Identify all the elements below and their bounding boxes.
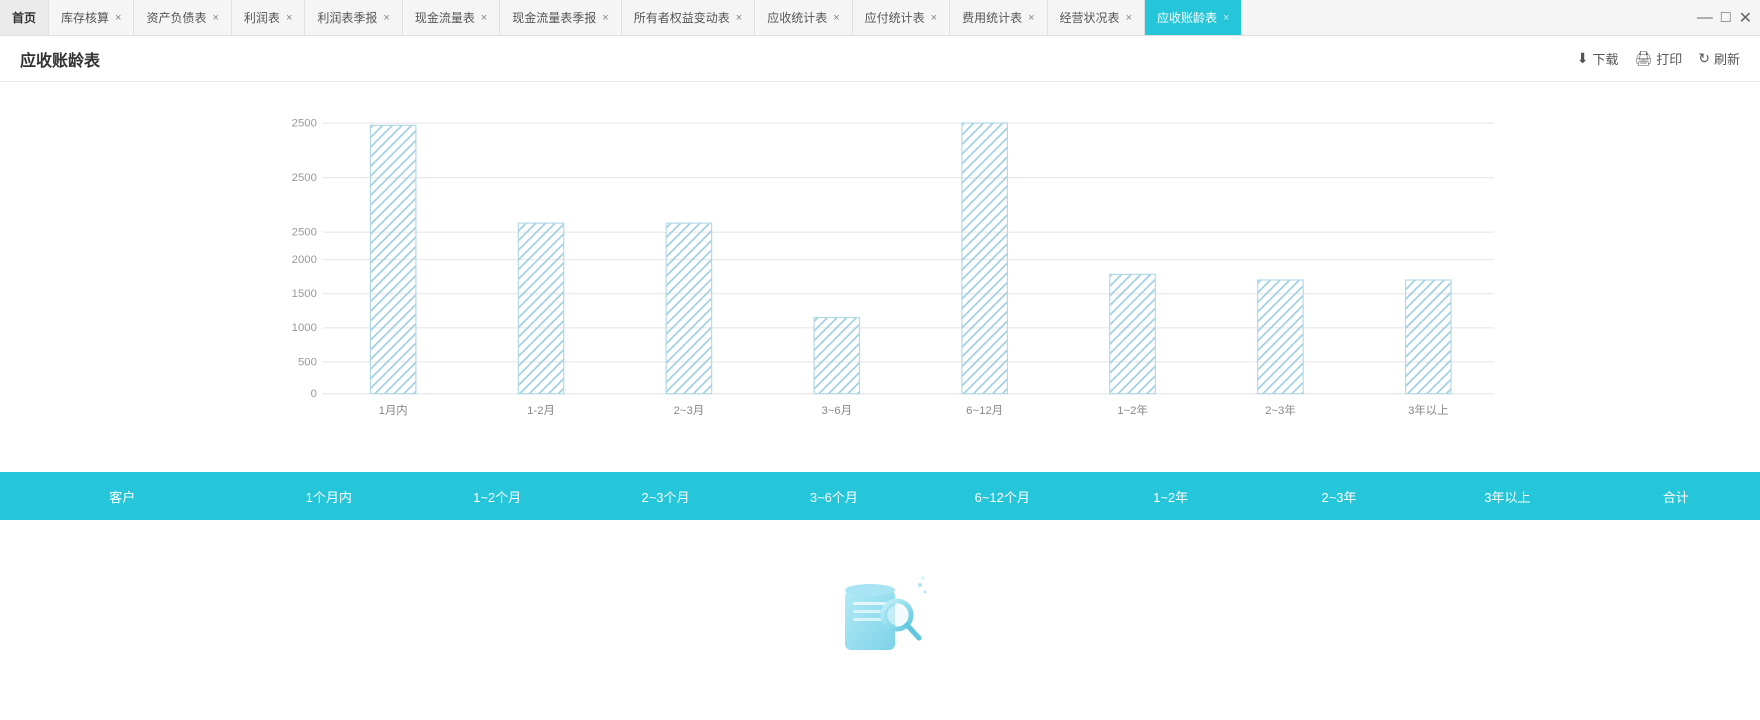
refresh-button[interactable]: ↻ 刷新 — [1698, 49, 1740, 68]
print-icon: 🖨 — [1634, 50, 1652, 67]
bar-2-3年: 2~3年 — [1258, 280, 1304, 417]
tab-expense-stats[interactable]: 费用统计表 × — [950, 0, 1047, 36]
tab-ar-aging[interactable]: 应收账龄表 × — [1145, 0, 1242, 36]
table-header-customer: 客户 — [0, 487, 245, 506]
page-title: 应收账龄表 — [20, 47, 100, 71]
tab-inventory[interactable]: 库存核算 × — [49, 0, 134, 36]
svg-text:2~3年: 2~3年 — [1265, 403, 1296, 417]
svg-text:2000: 2000 — [292, 254, 317, 266]
svg-text:6~12月: 6~12月 — [966, 405, 1003, 417]
bar-3-6月: 3~6月 — [814, 318, 860, 418]
tab-close-inventory[interactable]: × — [115, 12, 121, 24]
tab-operations[interactable]: 经营状况表 × — [1048, 0, 1145, 36]
tab-equity-changes[interactable]: 所有者权益变动表 × — [622, 0, 755, 36]
table-header-month1to2: 1~2个月 — [413, 487, 581, 506]
table-header-month6to12: 6~12个月 — [918, 487, 1086, 506]
table-header-year2to3: 2~3年 — [1255, 487, 1423, 506]
empty-illustration — [825, 560, 935, 660]
download-label: 下载 — [1592, 49, 1618, 68]
bar-1-2年: 1~2年 — [1110, 274, 1156, 417]
download-icon: ⬇ — [1577, 50, 1589, 67]
tab-ar-stats[interactable]: 应收统计表 × — [755, 0, 852, 36]
table-header-year1to2: 1~2年 — [1086, 487, 1254, 506]
y-axis: 2500 2500 2500 2000 1500 1000 500 — [292, 117, 1495, 400]
tab-ap-stats[interactable]: 应付统计表 × — [853, 0, 950, 36]
tab-close-ar-stats[interactable]: × — [833, 12, 839, 24]
refresh-icon: ↻ — [1698, 50, 1710, 67]
svg-text:0: 0 — [311, 388, 317, 400]
page-header: 应收账龄表 ⬇ 下载 🖨 打印 ↻ 刷新 — [0, 36, 1760, 82]
download-button[interactable]: ⬇ 下载 — [1577, 49, 1619, 68]
table-header-month2to3: 2~3个月 — [581, 487, 749, 506]
close-button[interactable]: ✕ — [1739, 8, 1752, 28]
tab-close-equity-changes[interactable]: × — [736, 12, 742, 24]
bar-3年以上: 3年以上 — [1406, 280, 1452, 417]
tab-close-cashflow[interactable]: × — [481, 12, 487, 24]
svg-text:1-2月: 1-2月 — [527, 405, 555, 417]
svg-text:2500: 2500 — [292, 172, 317, 184]
empty-state — [0, 520, 1760, 720]
tab-label-cashflow-quarterly: 现金流量表季报 — [512, 9, 596, 26]
svg-text:1月内: 1月内 — [379, 403, 408, 417]
bar-2-3月: 2~3月 — [666, 223, 712, 417]
window-controls: — □ ✕ — [1697, 8, 1760, 28]
bar-1月内: 1月内 — [370, 125, 416, 417]
main-content: 2500 2500 2500 2000 1500 1000 500 — [0, 82, 1760, 720]
tab-close-expense-stats[interactable]: × — [1028, 12, 1034, 24]
table-header-year3plus: 3年以上 — [1423, 487, 1591, 506]
tab-close-balance-sheet[interactable]: × — [212, 12, 218, 24]
tab-home[interactable]: 首页 — [0, 0, 49, 36]
tab-cashflow[interactable]: 现金流量表 × — [403, 0, 500, 36]
svg-text:3年以上: 3年以上 — [1408, 403, 1448, 417]
minimize-button[interactable]: — — [1697, 9, 1713, 27]
bar-1-2月: 1-2月 — [518, 223, 564, 417]
tab-label-inventory: 库存核算 — [61, 9, 109, 26]
tab-label-expense-stats: 费用统计表 — [962, 9, 1022, 26]
bar-6-12月: 6~12月 — [962, 123, 1008, 417]
table-header: 客户1个月内1~2个月2~3个月3~6个月6~12个月1~2年2~3年3年以上合… — [0, 472, 1760, 520]
chart-area: 2500 2500 2500 2000 1500 1000 500 — [0, 82, 1760, 472]
tab-label-profit-quarterly: 利润表季报 — [317, 9, 377, 26]
print-button[interactable]: 🖨 打印 — [1634, 49, 1682, 68]
svg-text:1500: 1500 — [292, 288, 317, 300]
table-header-month3to6: 3~6个月 — [750, 487, 918, 506]
tab-bar: 首页库存核算×资产负债表×利润表×利润表季报×现金流量表×现金流量表季报×所有者… — [0, 0, 1760, 36]
tab-label-home: 首页 — [12, 9, 36, 26]
tab-close-operations[interactable]: × — [1126, 12, 1132, 24]
table-header-total: 合计 — [1592, 487, 1760, 506]
tab-label-balance-sheet: 资产负债表 — [146, 9, 206, 26]
table-header-month1: 1个月内 — [245, 487, 413, 506]
tab-label-operations: 经营状况表 — [1060, 9, 1120, 26]
svg-text:1~2年: 1~2年 — [1117, 403, 1148, 417]
tab-cashflow-quarterly[interactable]: 现金流量表季报 × — [500, 0, 621, 36]
svg-text:2500: 2500 — [292, 227, 317, 239]
tab-close-cashflow-quarterly[interactable]: × — [602, 12, 608, 24]
tab-close-ar-aging[interactable]: × — [1223, 12, 1229, 24]
header-actions: ⬇ 下载 🖨 打印 ↻ 刷新 — [1577, 49, 1740, 68]
svg-text:1000: 1000 — [292, 322, 317, 334]
svg-text:2500: 2500 — [292, 117, 317, 129]
print-label: 打印 — [1656, 49, 1682, 68]
tab-balance-sheet[interactable]: 资产负债表 × — [134, 0, 231, 36]
tab-profit-quarterly[interactable]: 利润表季报 × — [305, 0, 402, 36]
tab-profit[interactable]: 利润表 × — [232, 0, 305, 36]
svg-text:3~6月: 3~6月 — [821, 405, 852, 417]
tab-label-ar-stats: 应收统计表 — [767, 9, 827, 26]
tab-close-ap-stats[interactable]: × — [931, 12, 937, 24]
bar-chart: 2500 2500 2500 2000 1500 1000 500 — [30, 98, 1730, 462]
refresh-label: 刷新 — [1714, 49, 1740, 68]
tab-label-profit: 利润表 — [244, 9, 280, 26]
tab-label-equity-changes: 所有者权益变动表 — [634, 9, 730, 26]
maximize-button[interactable]: □ — [1721, 9, 1731, 27]
tab-close-profit[interactable]: × — [286, 12, 292, 24]
tab-label-cashflow: 现金流量表 — [415, 9, 475, 26]
tab-close-profit-quarterly[interactable]: × — [383, 12, 389, 24]
svg-text:2~3月: 2~3月 — [674, 405, 705, 417]
svg-text:500: 500 — [298, 356, 317, 368]
tab-label-ar-aging: 应收账龄表 — [1157, 9, 1217, 26]
tab-label-ap-stats: 应付统计表 — [865, 9, 925, 26]
